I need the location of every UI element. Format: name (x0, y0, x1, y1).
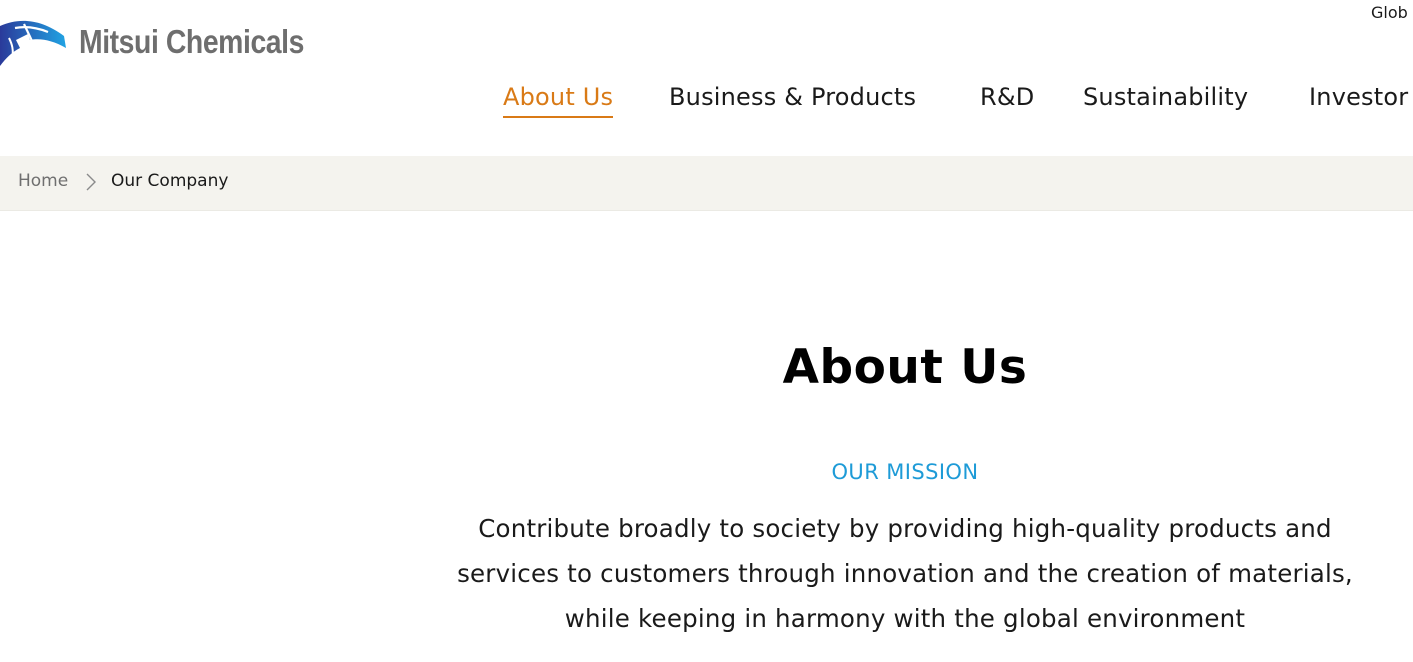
mission-label: OUR MISSION (831, 460, 979, 484)
page-title: About Us (782, 340, 1028, 395)
chevron-right-icon (86, 173, 96, 191)
nav-item-about-us[interactable]: About Us (503, 80, 614, 118)
nav-item-investor[interactable]: Investor (1309, 80, 1408, 114)
nav-item-business-products[interactable]: Business & Products (669, 80, 916, 114)
page: Mitsui Chemicals Glob About Us Business … (0, 0, 1413, 662)
breadcrumb-home-link[interactable]: Home (18, 171, 68, 191)
breadcrumb: Home Our Company (0, 156, 1413, 211)
nav-item-sustainability[interactable]: Sustainability (1083, 80, 1248, 114)
global-link[interactable]: Glob (1371, 3, 1408, 22)
mission-text: Contribute broadly to society by providi… (457, 514, 1353, 633)
nav-item-rd[interactable]: R&D (980, 80, 1034, 114)
logo-link[interactable]: Mitsui Chemicals (0, 14, 341, 70)
breadcrumb-current: Our Company (111, 171, 229, 191)
logo-text: Mitsui Chemicals (79, 23, 304, 60)
mitsui-logo-mark-icon (0, 20, 66, 67)
site-header: Mitsui Chemicals Glob About Us Business … (0, 0, 1413, 156)
